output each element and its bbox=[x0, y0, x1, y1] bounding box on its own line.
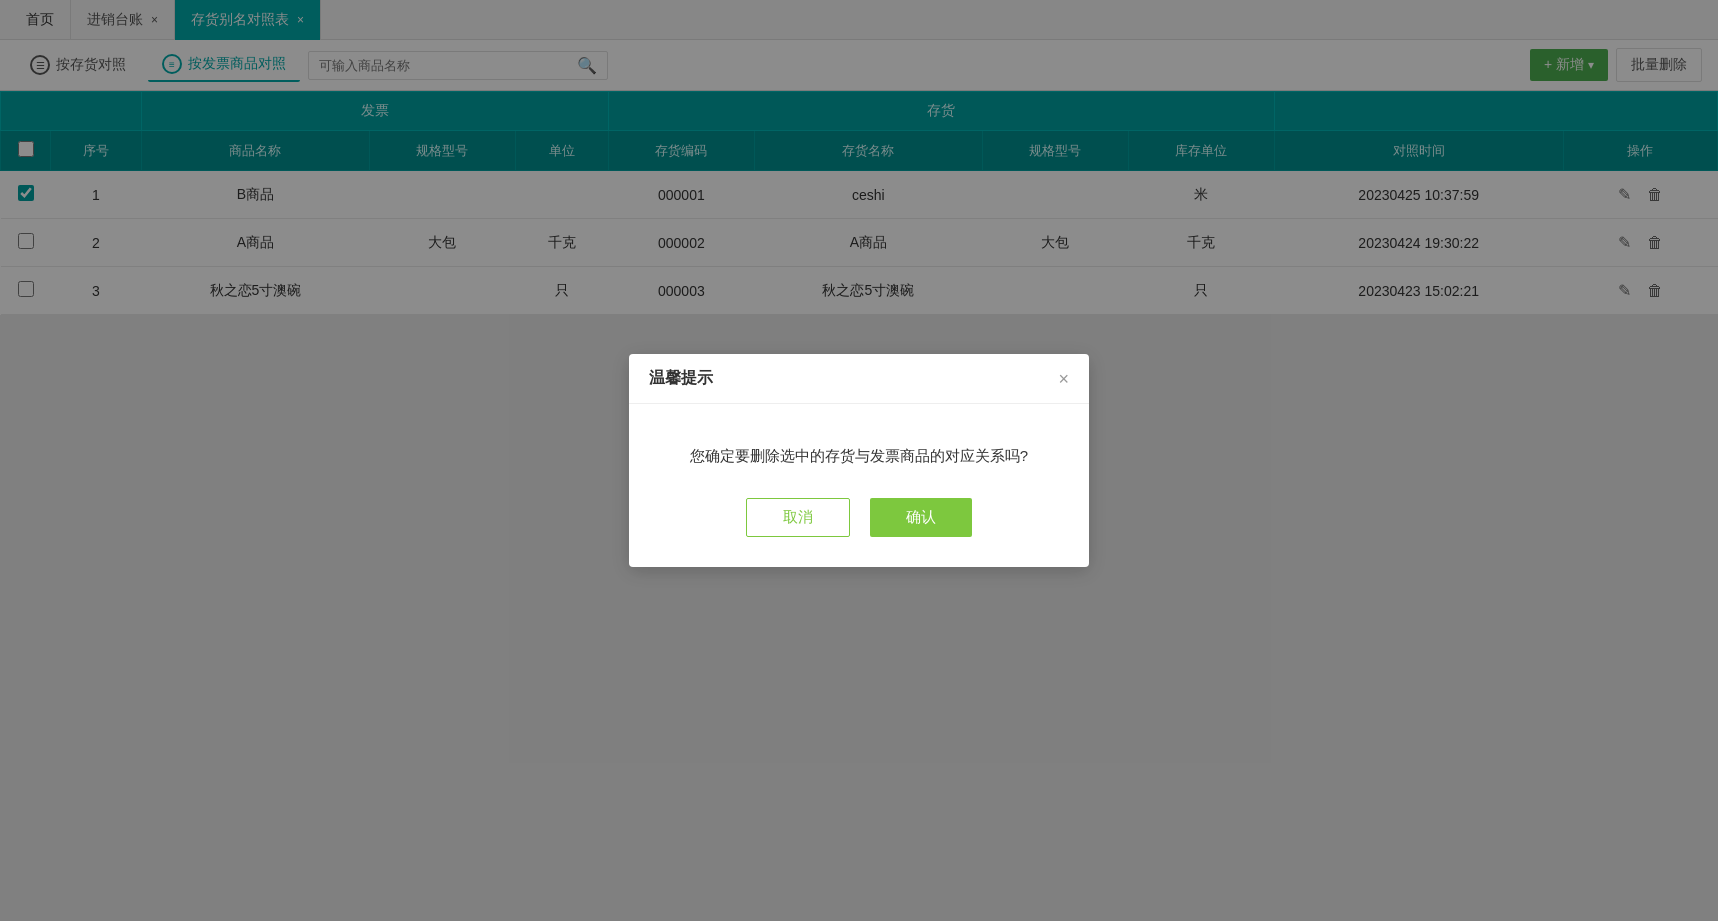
confirm-dialog: 温馨提示 × 您确定要删除选中的存货与发票商品的对应关系吗? 取消 确认 bbox=[629, 354, 1089, 567]
confirm-button[interactable]: 确认 bbox=[870, 498, 972, 537]
cancel-button[interactable]: 取消 bbox=[746, 498, 850, 537]
dialog-title: 温馨提示 bbox=[649, 368, 713, 389]
dialog-body: 您确定要删除选中的存货与发票商品的对应关系吗? bbox=[629, 404, 1089, 498]
dialog-overlay: 温馨提示 × 您确定要删除选中的存货与发票商品的对应关系吗? 取消 确认 bbox=[0, 0, 1718, 921]
dialog-footer: 取消 确认 bbox=[629, 498, 1089, 567]
dialog-close-button[interactable]: × bbox=[1058, 370, 1069, 388]
dialog-header: 温馨提示 × bbox=[629, 354, 1089, 404]
dialog-message: 您确定要删除选中的存货与发票商品的对应关系吗? bbox=[690, 447, 1028, 464]
